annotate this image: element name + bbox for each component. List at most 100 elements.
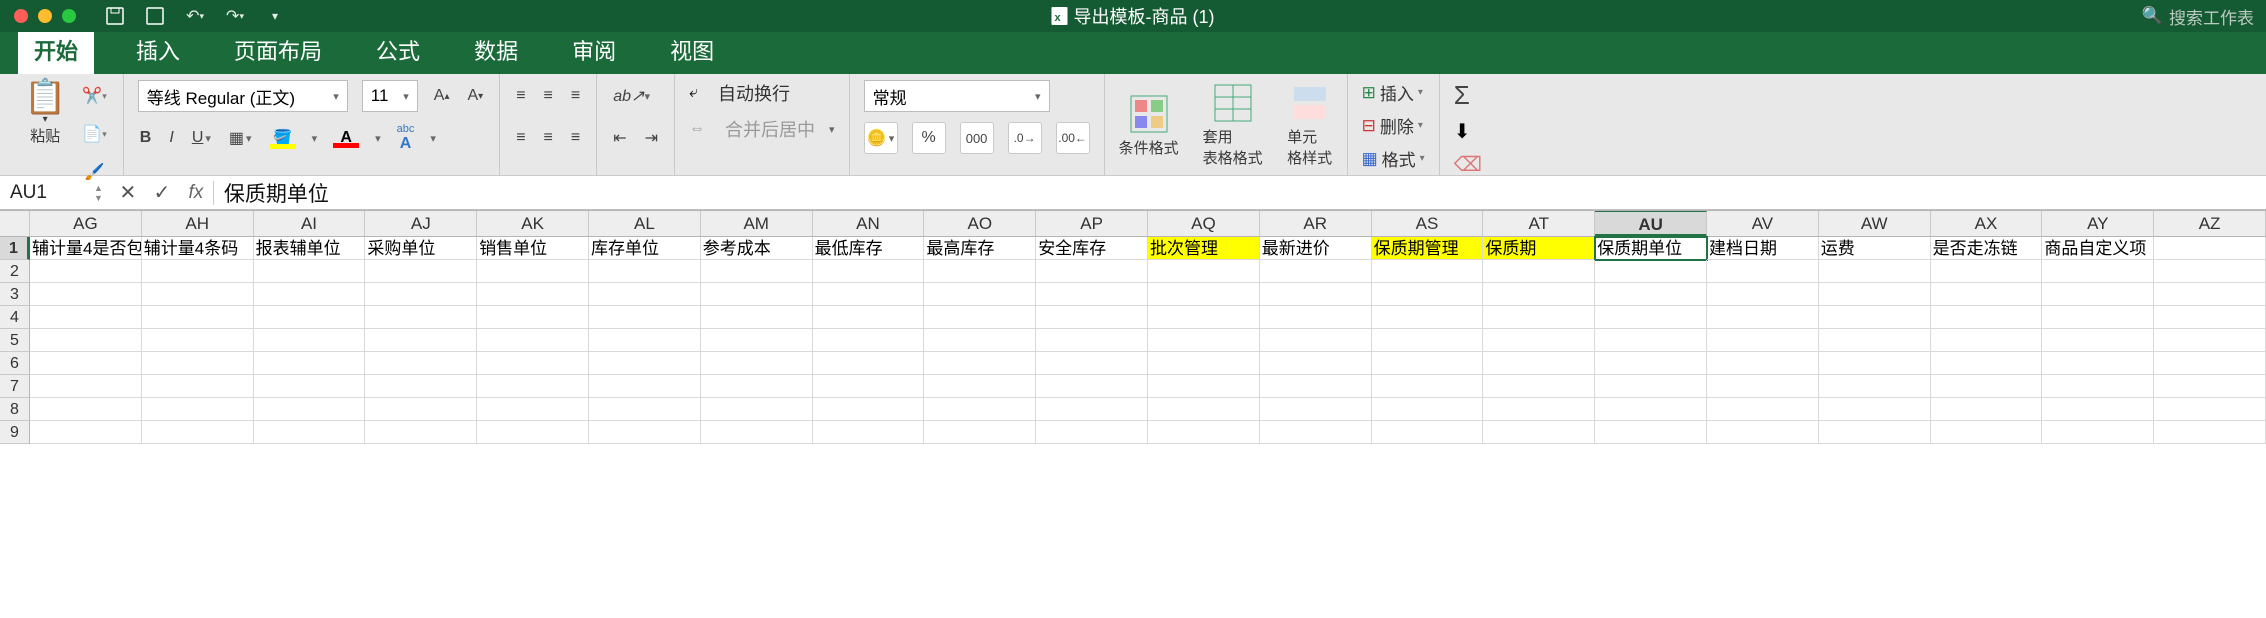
cell[interactable] (1819, 306, 1931, 329)
conditional-format-button[interactable]: 条件格式 (1119, 91, 1179, 158)
font-size-select[interactable]: 11▾ (362, 80, 418, 112)
cell[interactable] (813, 398, 925, 421)
cell[interactable] (477, 398, 589, 421)
cell[interactable] (142, 306, 254, 329)
cell[interactable] (924, 306, 1036, 329)
cell[interactable] (2042, 421, 2154, 444)
cell[interactable] (1148, 352, 1260, 375)
cell[interactable] (1148, 375, 1260, 398)
cell[interactable] (2154, 352, 2266, 375)
align-bottom-button[interactable]: ≡ (569, 80, 582, 112)
cell[interactable] (1260, 306, 1372, 329)
cell[interactable] (1595, 306, 1707, 329)
col-header-AY[interactable]: AY (2042, 211, 2154, 237)
tab-insert[interactable]: 插入 (124, 28, 192, 74)
cancel-formula-button[interactable]: ✕ (111, 180, 145, 205)
cell[interactable] (1931, 283, 2043, 306)
cell[interactable] (1483, 421, 1595, 444)
cell-AZ1[interactable] (2154, 237, 2266, 260)
minimize-window-button[interactable] (38, 9, 52, 23)
align-left-button[interactable]: ≡ (514, 122, 527, 154)
cell[interactable] (477, 329, 589, 352)
name-box-down[interactable]: ▼ (94, 193, 103, 203)
name-box-up[interactable]: ▲ (94, 183, 103, 193)
col-header-AO[interactable]: AO (924, 211, 1036, 237)
comma-style-button[interactable]: 000 (960, 122, 994, 154)
cell[interactable] (2042, 306, 2154, 329)
cell-AS1[interactable]: 保质期管理 (1372, 237, 1484, 260)
cell-AX1[interactable]: 是否走冻链 (1931, 237, 2043, 260)
col-header-AR[interactable]: AR (1260, 211, 1372, 237)
cell[interactable] (1036, 329, 1148, 352)
cell[interactable] (701, 375, 813, 398)
cell-AN1[interactable]: 最低库存 (813, 237, 925, 260)
underline-button[interactable]: U▾ (190, 122, 213, 154)
row-header-2[interactable]: 2 (0, 260, 30, 283)
cell[interactable] (1372, 352, 1484, 375)
cell[interactable] (701, 329, 813, 352)
cell[interactable] (2154, 375, 2266, 398)
align-center-button[interactable]: ≡ (542, 122, 555, 154)
bold-button[interactable]: B (138, 122, 154, 154)
percent-button[interactable]: % (912, 122, 946, 154)
cell[interactable] (30, 260, 142, 283)
cell[interactable] (2154, 398, 2266, 421)
cell[interactable] (1260, 398, 1372, 421)
cell[interactable] (1372, 306, 1484, 329)
cell[interactable] (589, 306, 701, 329)
cell[interactable] (1931, 352, 2043, 375)
cell[interactable] (2042, 329, 2154, 352)
close-window-button[interactable] (14, 9, 28, 23)
col-header-AS[interactable]: AS (1372, 211, 1484, 237)
cell[interactable] (1707, 260, 1819, 283)
cell[interactable] (254, 352, 366, 375)
cell[interactable] (924, 421, 1036, 444)
cell[interactable] (30, 306, 142, 329)
cell[interactable] (1372, 421, 1484, 444)
merge-center-button[interactable]: ⇔ 合并后居中 ▾ (689, 116, 835, 142)
align-top-button[interactable]: ≡ (514, 80, 527, 112)
font-color-button[interactable]: A (331, 122, 361, 154)
orientation-button[interactable]: ab↗▾ (611, 80, 652, 112)
cell[interactable] (1372, 329, 1484, 352)
cell[interactable] (1595, 375, 1707, 398)
cell[interactable] (477, 306, 589, 329)
wrap-text-button[interactable]: ⤶ 自动换行 (689, 80, 835, 106)
cell[interactable] (589, 329, 701, 352)
cell-AR1[interactable]: 最新进价 (1260, 237, 1372, 260)
cell[interactable] (30, 283, 142, 306)
font-name-select[interactable]: 等线 Regular (正文)▾ (138, 80, 348, 112)
name-box[interactable]: AU1 (0, 182, 86, 204)
cell[interactable] (813, 352, 925, 375)
save-as-icon[interactable] (144, 5, 166, 27)
cell[interactable] (254, 375, 366, 398)
cell[interactable] (2154, 329, 2266, 352)
cell[interactable] (813, 260, 925, 283)
row-header-7[interactable]: 7 (0, 375, 30, 398)
cell[interactable] (589, 398, 701, 421)
cell[interactable] (30, 421, 142, 444)
cell[interactable] (1819, 421, 1931, 444)
cell[interactable] (30, 398, 142, 421)
cell-AL1[interactable]: 库存单位 (589, 237, 701, 260)
col-header-AV[interactable]: AV (1707, 211, 1819, 237)
col-header-AM[interactable]: AM (701, 211, 813, 237)
cell[interactable] (1148, 421, 1260, 444)
cell[interactable] (1595, 352, 1707, 375)
border-button[interactable]: ▦▾ (227, 122, 254, 154)
cell[interactable] (1595, 329, 1707, 352)
row-header-9[interactable]: 9 (0, 421, 30, 444)
cell[interactable] (1372, 398, 1484, 421)
cell[interactable] (1931, 306, 2043, 329)
clear-button[interactable]: ⌫ (1454, 152, 1482, 177)
cell-AM1[interactable]: 参考成本 (701, 237, 813, 260)
italic-button[interactable]: I (167, 122, 175, 154)
cell[interactable] (1260, 352, 1372, 375)
cell[interactable] (254, 306, 366, 329)
cell[interactable] (589, 421, 701, 444)
cell[interactable] (589, 260, 701, 283)
cell[interactable] (924, 329, 1036, 352)
cell-AI1[interactable]: 报表辅单位 (254, 237, 366, 260)
cell[interactable] (1483, 375, 1595, 398)
cell-AY1[interactable]: 商品自定义项 (2042, 237, 2154, 260)
